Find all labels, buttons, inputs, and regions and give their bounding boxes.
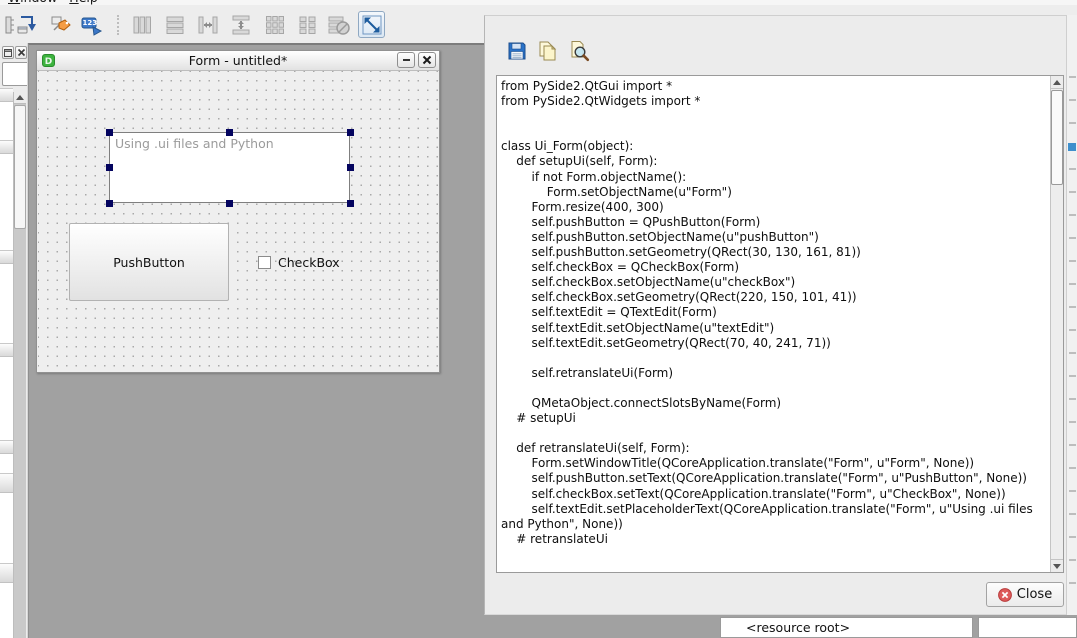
close-button[interactable]: Close <box>986 582 1064 607</box>
toolbar-separator <box>117 15 119 35</box>
float-icon <box>3 48 13 58</box>
dock-float-button[interactable] <box>2 46 14 59</box>
break-layout-button[interactable] <box>325 11 352 38</box>
widget-category-header[interactable] <box>0 250 13 264</box>
layout-horizontal-splitter-button[interactable] <box>194 11 221 38</box>
resource-root-item[interactable]: <resource root> <box>720 617 973 638</box>
scroll-down-icon[interactable] <box>1051 559 1063 572</box>
widget-category-header[interactable] <box>0 563 13 583</box>
form-canvas[interactable]: Using .ui files and Python PushButton Ch… <box>38 71 438 371</box>
selection-handle-middle-left[interactable] <box>106 164 113 171</box>
adjust-size-icon <box>361 14 383 36</box>
widget-category-header[interactable] <box>0 473 13 493</box>
layout-vertical-button[interactable] <box>161 11 188 38</box>
form-editor-window: D Form - untitled* Using .ui files and P… <box>36 50 440 373</box>
layout-grid-icon <box>264 14 286 36</box>
widget-category-header[interactable] <box>0 88 13 102</box>
resource-preview-pane[interactable] <box>978 617 1077 638</box>
close-icon <box>422 55 432 65</box>
copy-button[interactable] <box>536 39 560 63</box>
form-window-title: Form - untitled* <box>37 53 439 68</box>
qcheckbox-indicator[interactable] <box>258 256 271 269</box>
layout-grid-button[interactable] <box>261 11 288 38</box>
qt-designer-window: Window Help 123 <box>0 0 1077 638</box>
break-layout-icon <box>327 14 351 36</box>
close-circle-icon <box>998 588 1012 602</box>
edit-tab-order-button[interactable]: 123 <box>78 11 105 38</box>
edit-signals-slots-button[interactable] <box>13 11 40 38</box>
copy-icon <box>537 40 559 62</box>
find-button[interactable] <box>567 39 591 63</box>
minimize-icon <box>403 59 410 61</box>
code-scrollbar[interactable] <box>1050 76 1063 572</box>
close-button-label: Close <box>1017 587 1052 602</box>
widget-category-header[interactable] <box>0 140 13 154</box>
qtextedit-widget[interactable]: Using .ui files and Python <box>109 132 350 203</box>
code-view[interactable]: from PySide2.QtGui import * from PySide2… <box>496 75 1064 573</box>
edit-buddies-icon <box>50 14 72 36</box>
layout-vertical-splitter-icon <box>230 14 252 36</box>
edit-tab-order-icon: 123 <box>81 14 103 36</box>
widget-category-header[interactable] <box>0 343 13 357</box>
selection-handle-bottom-left[interactable] <box>106 200 113 207</box>
adjust-size-button[interactable] <box>358 11 385 38</box>
save-button[interactable] <box>505 39 529 63</box>
layout-horizontal-icon <box>131 14 153 36</box>
widget-filter-input[interactable] <box>2 62 28 86</box>
selection-handle-middle-right[interactable] <box>347 164 354 171</box>
qpushbutton-widget[interactable]: PushButton <box>69 223 229 301</box>
widget-box-dock <box>0 43 28 638</box>
scrollbar-thumb[interactable] <box>14 105 26 229</box>
right-edge-panel <box>1066 15 1077 615</box>
form-minimize-button[interactable] <box>397 52 415 68</box>
selection-handle-top-left[interactable] <box>106 129 113 136</box>
tick-marks <box>1069 55 1076 585</box>
dock-close-button[interactable] <box>15 46 27 59</box>
selection-handle-bottom-right[interactable] <box>347 200 354 207</box>
widget-category-header[interactable] <box>0 440 13 454</box>
save-icon <box>506 40 528 62</box>
layout-vertical-splitter-button[interactable] <box>227 11 254 38</box>
edit-buddies-button[interactable] <box>47 11 74 38</box>
close-icon <box>17 48 26 57</box>
scrollbar-thumb[interactable] <box>1051 90 1063 185</box>
layout-horizontal-splitter-icon <box>197 14 219 36</box>
layout-form-button[interactable] <box>294 11 321 38</box>
layout-horizontal-button[interactable] <box>128 11 155 38</box>
resource-root-label: <resource root> <box>746 620 850 635</box>
textedit-placeholder: Using .ui files and Python <box>115 136 274 151</box>
selection-handle-top-right[interactable] <box>347 129 354 136</box>
code-preview-dialog: from PySide2.QtGui import * from PySide2… <box>484 15 1066 615</box>
qcheckbox-label[interactable]: CheckBox <box>278 255 340 270</box>
scroll-up-icon[interactable] <box>1051 76 1063 89</box>
edit-signals-slots-icon <box>16 14 38 36</box>
widget-box-scrollbar[interactable] <box>13 92 26 638</box>
find-icon <box>568 40 590 62</box>
layout-vertical-icon <box>164 14 186 36</box>
form-close-button[interactable] <box>418 52 436 68</box>
scroll-up-icon[interactable] <box>14 92 26 104</box>
selection-handle-bottom-center[interactable] <box>226 200 233 207</box>
pushbutton-label: PushButton <box>113 255 185 270</box>
generated-code[interactable]: from PySide2.QtGui import * from PySide2… <box>497 76 1063 550</box>
widget-box-list[interactable] <box>0 88 13 638</box>
selection-mark <box>1068 143 1076 151</box>
selection-handle-top-center[interactable] <box>226 129 233 136</box>
form-window-titlebar[interactable]: D Form - untitled* <box>37 51 439 71</box>
layout-form-icon <box>297 14 319 36</box>
